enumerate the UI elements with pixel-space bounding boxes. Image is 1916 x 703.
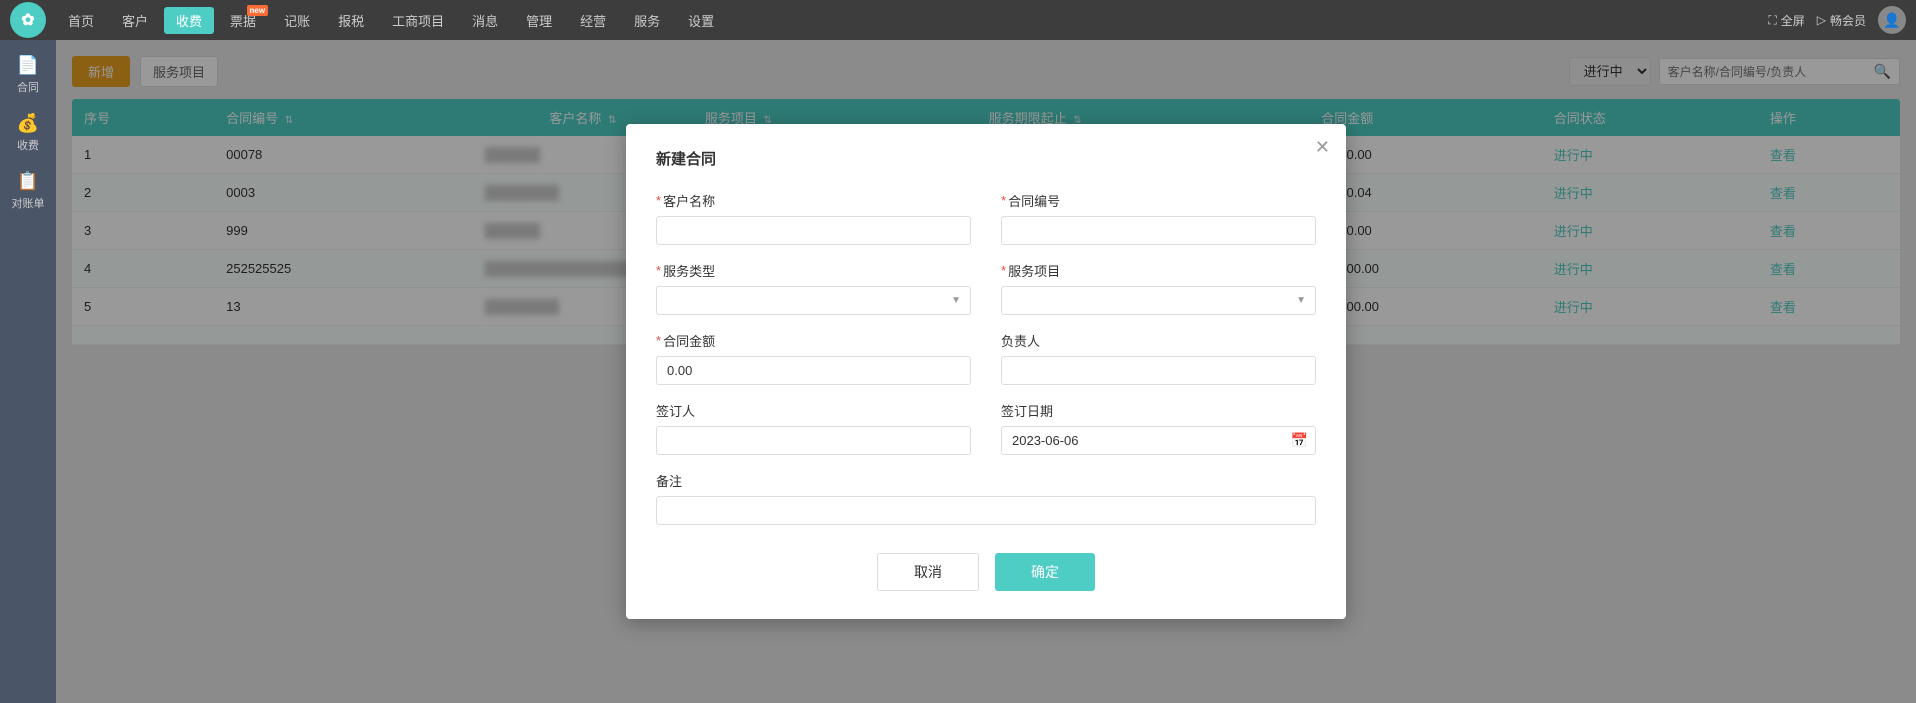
nav-item-manage[interactable]: 管理 xyxy=(514,7,564,34)
nav-right: ⛶ 全屏 ▷ 畅会员 👤 xyxy=(1768,6,1906,34)
fullscreen-button[interactable]: ⛶ 全屏 xyxy=(1768,12,1804,29)
main-content: 新增 服务项目 进行中 已完成 已终止 🔍 序号 xyxy=(56,40,1916,703)
avatar-icon: 👤 xyxy=(1883,12,1900,29)
modal-close-button[interactable]: ✕ xyxy=(1315,138,1330,156)
sidebar-item-fee[interactable]: 💰 收费 xyxy=(3,108,53,158)
confirm-button[interactable]: 确定 xyxy=(995,553,1095,591)
form-row-note: 备注 xyxy=(656,471,1316,525)
client-name-label: * 客户名称 xyxy=(656,191,971,210)
layout: 📄 合同 💰 收费 📋 对账单 新增 服务项目 进行中 已完成 已终止 xyxy=(0,40,1916,703)
sidebar: 📄 合同 💰 收费 📋 对账单 xyxy=(0,40,56,703)
nav-item-service[interactable]: 服务 xyxy=(622,7,672,34)
form-row-contract-amount: * 合同金额 0.00 xyxy=(656,331,971,385)
nav-item-settings[interactable]: 设置 xyxy=(676,7,726,34)
fullscreen-icon: ⛶ xyxy=(1768,13,1776,28)
avatar[interactable]: 👤 xyxy=(1878,6,1906,34)
signer-label: 签订人 xyxy=(656,401,971,420)
nav-item-client[interactable]: 客户 xyxy=(110,7,160,34)
vip-label: 畅会员 xyxy=(1830,12,1866,29)
sidebar-item-contract[interactable]: 📄 合同 xyxy=(3,50,53,100)
calendar-icon[interactable]: 📅 xyxy=(1291,432,1308,449)
sidebar-item-reconciliation[interactable]: 📋 对账单 xyxy=(3,166,53,216)
nav-item-home[interactable]: 首页 xyxy=(56,7,106,34)
sidebar-item-contract-label: 合同 xyxy=(17,79,39,95)
service-item-label: * 服务项目 xyxy=(1001,261,1316,280)
form-row-contract-no: * 合同编号 xyxy=(1001,191,1316,245)
form-row-service-type: * 服务类型 ▼ xyxy=(656,261,971,315)
service-type-select[interactable] xyxy=(656,286,971,315)
reconciliation-icon: 📋 xyxy=(17,171,39,192)
sign-date-input[interactable]: 2023-06-06 xyxy=(1001,426,1316,455)
form-row-client-name: * 客户名称 xyxy=(656,191,971,245)
form-grid: * 客户名称 * 合同编号 xyxy=(656,191,1316,455)
service-item-select-wrap: ▼ xyxy=(1001,286,1316,315)
contract-icon: 📄 xyxy=(17,55,39,76)
nav-item-business[interactable]: 工商项目 xyxy=(380,7,456,34)
service-type-label: * 服务类型 xyxy=(656,261,971,280)
form-row-responsible: 负责人 xyxy=(1001,331,1316,385)
contract-amount-input[interactable]: 0.00 xyxy=(656,356,971,385)
vip-icon: ▷ xyxy=(1817,13,1826,27)
signer-input[interactable] xyxy=(656,426,971,455)
modal-overlay[interactable]: 新建合同 ✕ * 客户名称 * 合同 xyxy=(56,40,1916,703)
sign-date-wrap: 2023-06-06 📅 xyxy=(1001,426,1316,455)
contract-amount-label: * 合同金额 xyxy=(656,331,971,350)
sidebar-item-reconciliation-label: 对账单 xyxy=(12,195,45,211)
modal-footer: 取消 确定 xyxy=(656,553,1316,591)
nav-item-invoice[interactable]: 票据 new xyxy=(218,7,268,34)
nav-item-tax[interactable]: 报税 xyxy=(326,7,376,34)
new-contract-modal: 新建合同 ✕ * 客户名称 * 合同 xyxy=(626,124,1346,619)
form-row-service-item: * 服务项目 ▼ xyxy=(1001,261,1316,315)
note-label: 备注 xyxy=(656,471,1316,490)
sidebar-item-fee-label: 收费 xyxy=(17,137,39,153)
responsible-input[interactable] xyxy=(1001,356,1316,385)
top-nav: ✿ 首页 客户 收费 票据 new 记账 报税 工商项目 消息 管理 经营 服务… xyxy=(0,0,1916,40)
modal-title: 新建合同 xyxy=(656,148,1316,169)
contract-no-label: * 合同编号 xyxy=(1001,191,1316,210)
note-input[interactable] xyxy=(656,496,1316,525)
responsible-label: 负责人 xyxy=(1001,331,1316,350)
form-row-sign-date: 签订日期 2023-06-06 📅 xyxy=(1001,401,1316,455)
nav-item-bookkeeping[interactable]: 记账 xyxy=(272,7,322,34)
logo[interactable]: ✿ xyxy=(10,2,46,38)
nav-item-operation[interactable]: 经营 xyxy=(568,7,618,34)
nav-item-message[interactable]: 消息 xyxy=(460,7,510,34)
nav-item-fee[interactable]: 收费 xyxy=(164,7,214,34)
service-item-select[interactable] xyxy=(1001,286,1316,315)
logo-symbol: ✿ xyxy=(21,10,34,30)
vip-button[interactable]: ▷ 畅会员 xyxy=(1817,12,1866,29)
contract-no-input[interactable] xyxy=(1001,216,1316,245)
sign-date-label: 签订日期 xyxy=(1001,401,1316,420)
fullscreen-label: 全屏 xyxy=(1781,12,1805,29)
client-name-input[interactable] xyxy=(656,216,971,245)
nav-items: 首页 客户 收费 票据 new 记账 报税 工商项目 消息 管理 经营 服务 设… xyxy=(56,7,1768,34)
form-row-signer: 签订人 xyxy=(656,401,971,455)
new-badge: new xyxy=(247,5,269,16)
service-type-select-wrap: ▼ xyxy=(656,286,971,315)
cancel-button[interactable]: 取消 xyxy=(877,553,979,591)
fee-icon: 💰 xyxy=(17,113,39,134)
